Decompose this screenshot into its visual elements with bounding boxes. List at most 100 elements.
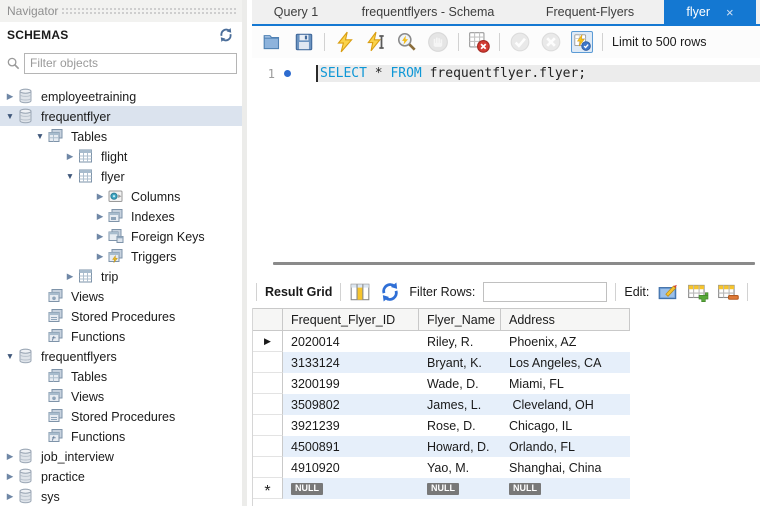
grid-cell[interactable]: 4500891 <box>283 436 419 457</box>
tree-item-practice[interactable]: ▶ practice <box>0 466 242 486</box>
tree-item-stored-procedures[interactable]: Stored Procedures <box>0 306 242 326</box>
grid-cell[interactable]: Riley, R. <box>419 331 501 352</box>
grid-cell[interactable]: Bryant, K. <box>419 352 501 373</box>
expand-collapsed-icon[interactable]: ▶ <box>93 251 107 262</box>
tree-item-indexes[interactable]: ▶ Indexes <box>0 206 242 226</box>
tab-flyer[interactable]: flyer × <box>664 0 756 24</box>
tree-item-columns[interactable]: ▶ Columns <box>0 186 242 206</box>
tree-item-employeetraining[interactable]: ▶ employeetraining <box>0 86 242 106</box>
expand-collapsed-icon[interactable]: ▶ <box>93 211 107 222</box>
expand-collapsed-icon[interactable]: ▶ <box>93 191 107 202</box>
tree-item-frequentflyers[interactable]: ▼ frequentflyers <box>0 346 242 366</box>
schema-filter-input[interactable] <box>24 52 237 74</box>
delete-row-icon[interactable] <box>717 281 740 303</box>
sql-editor[interactable]: 1 SELECT * FROM frequentflyer.flyer; <box>252 58 760 262</box>
grid-cell[interactable]: NULL <box>501 478 630 499</box>
expand-expanded-icon[interactable]: ▼ <box>3 351 17 361</box>
grid-cell[interactable]: Shanghai, China <box>501 457 630 478</box>
table-row[interactable]: ▶ 2020014 Riley, R. Phoenix, AZ <box>253 331 760 352</box>
table-row[interactable]: 3921239 Rose, D. Chicago, IL <box>253 415 760 436</box>
tree-item-label: Indexes <box>131 209 175 224</box>
tree-item-views[interactable]: Views <box>0 386 242 406</box>
close-tab-icon[interactable]: × <box>726 6 734 19</box>
open-script-icon[interactable] <box>262 31 284 53</box>
tab-label: flyer <box>686 5 711 19</box>
column-header-address[interactable]: Address <box>501 308 630 331</box>
sql-statement[interactable]: SELECT * FROM frequentflyer.flyer; <box>316 65 760 82</box>
tree-item-trip[interactable]: ▶ trip <box>0 266 242 286</box>
grid-cell[interactable]: NULL <box>283 478 419 499</box>
grid-cell[interactable]: Orlando, FL <box>501 436 630 457</box>
filter-rows-input[interactable] <box>483 282 608 302</box>
column-header-frequent-flyer-id[interactable]: Frequent_Flyer_ID <box>283 308 419 331</box>
stop-icon[interactable] <box>427 31 449 53</box>
grid-columns-icon[interactable] <box>349 281 371 303</box>
tab-frequentflyers-schema[interactable]: frequentflyers - Schema <box>340 0 516 24</box>
refresh-icon[interactable] <box>379 281 401 303</box>
tab-query-1[interactable]: Query 1 <box>252 0 340 24</box>
grid-cell[interactable]: 3509802 <box>283 394 419 415</box>
table-row[interactable]: 3509802 James, L. Cleveland, OH <box>253 394 760 415</box>
expand-expanded-icon[interactable]: ▼ <box>33 131 47 141</box>
grid-cell[interactable]: Chicago, IL <box>501 415 630 436</box>
tree-item-foreign-keys[interactable]: ▶ Foreign Keys <box>0 226 242 246</box>
save-script-icon[interactable] <box>293 31 315 53</box>
grid-cell[interactable]: Howard, D. <box>419 436 501 457</box>
tree-item-tables[interactable]: ▼ Tables <box>0 126 242 146</box>
grid-cell[interactable]: NULL <box>419 478 501 499</box>
commit-icon[interactable] <box>509 31 531 53</box>
tree-item-functions[interactable]: Functions <box>0 426 242 446</box>
tree-item-functions[interactable]: Functions <box>0 326 242 346</box>
execute-icon[interactable] <box>334 31 356 53</box>
expand-collapsed-icon[interactable]: ▶ <box>3 451 17 462</box>
table-row[interactable]: 4500891 Howard, D. Orlando, FL <box>253 436 760 457</box>
limit-rows-select[interactable]: Limit to 500 rows <box>612 35 706 49</box>
refresh-schemas-icon[interactable] <box>218 27 234 43</box>
insert-row-icon[interactable] <box>687 281 709 303</box>
tree-item-tables[interactable]: Tables <box>0 366 242 386</box>
grid-cell[interactable]: Miami, FL <box>501 373 630 394</box>
tree-item-views[interactable]: Views <box>0 286 242 306</box>
tree-item-flight[interactable]: ▶ flight <box>0 146 242 166</box>
tree-item-frequentflyer[interactable]: ▼ frequentflyer <box>0 106 242 126</box>
expand-collapsed-icon[interactable]: ▶ <box>3 91 17 102</box>
grid-cell[interactable]: Phoenix, AZ <box>501 331 630 352</box>
grid-cell[interactable]: 3133124 <box>283 352 419 373</box>
edit-record-icon[interactable] <box>657 281 679 303</box>
expand-expanded-icon[interactable]: ▼ <box>3 111 17 121</box>
explain-icon[interactable] <box>396 31 418 53</box>
tab-frequent-flyers[interactable]: Frequent-Flyers <box>516 0 664 24</box>
tree-item-job-interview[interactable]: ▶ job_interview <box>0 446 242 466</box>
table-row[interactable]: 3133124 Bryant, K. Los Angeles, CA <box>253 352 760 373</box>
grid-cell[interactable]: 4910920 <box>283 457 419 478</box>
grid-cell[interactable]: James, L. <box>419 394 501 415</box>
column-header-flyer-name[interactable]: Flyer_Name <box>419 308 501 331</box>
grid-cell[interactable]: 3921239 <box>283 415 419 436</box>
grid-cell[interactable]: Wade, D. <box>419 373 501 394</box>
autocommit-icon[interactable] <box>571 31 593 53</box>
editor-results-splitter[interactable] <box>273 262 755 265</box>
rollback-icon[interactable] <box>540 31 562 53</box>
grid-cell[interactable]: 2020014 <box>283 331 419 352</box>
expand-collapsed-icon[interactable]: ▶ <box>3 491 17 502</box>
tree-item-stored-procedures[interactable]: Stored Procedures <box>0 406 242 426</box>
grid-cell[interactable]: Cleveland, OH <box>501 394 630 415</box>
table-row[interactable]: 3200199 Wade, D. Miami, FL <box>253 373 760 394</box>
expand-collapsed-icon[interactable]: ▶ <box>63 151 77 162</box>
tree-item-sys[interactable]: ▶ sys <box>0 486 242 506</box>
grid-cell[interactable]: Los Angeles, CA <box>501 352 630 373</box>
expand-expanded-icon[interactable]: ▼ <box>63 171 77 181</box>
expand-collapsed-icon[interactable]: ▶ <box>3 471 17 482</box>
insert-row[interactable]: * NULL NULL NULL <box>253 478 760 500</box>
stop-on-error-icon[interactable] <box>468 31 490 53</box>
row-marker <box>253 394 283 415</box>
table-row[interactable]: 4910920 Yao, M. Shanghai, China <box>253 457 760 478</box>
grid-cell[interactable]: Rose, D. <box>419 415 501 436</box>
expand-collapsed-icon[interactable]: ▶ <box>63 271 77 282</box>
tree-item-triggers[interactable]: ▶ Triggers <box>0 246 242 266</box>
grid-cell[interactable]: Yao, M. <box>419 457 501 478</box>
grid-cell[interactable]: 3200199 <box>283 373 419 394</box>
execute-current-icon[interactable] <box>365 31 387 53</box>
tree-item-flyer[interactable]: ▼ flyer <box>0 166 242 186</box>
expand-collapsed-icon[interactable]: ▶ <box>93 231 107 242</box>
